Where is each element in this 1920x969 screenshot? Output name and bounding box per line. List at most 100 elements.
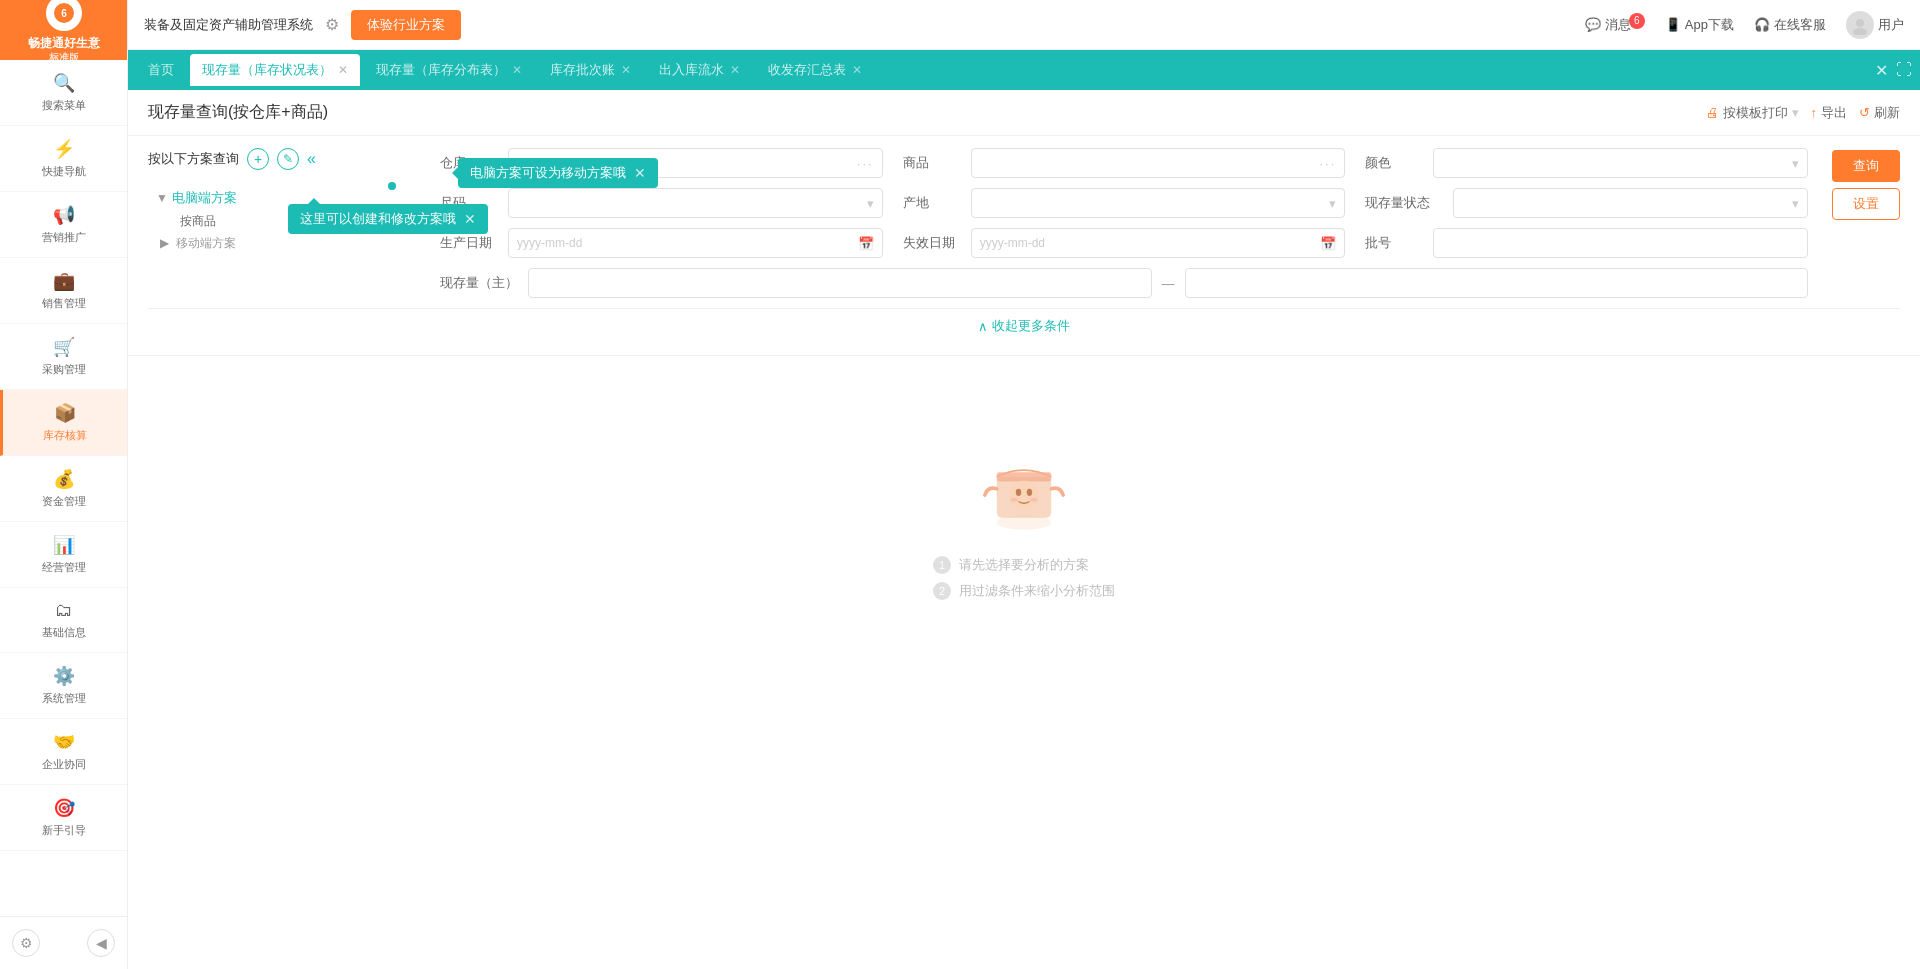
filter-header: 按以下方案查询 + ✎ « (148, 148, 428, 170)
color-arrow: ▾ (1792, 156, 1799, 171)
enterprise-icon: 🤝 (53, 731, 75, 753)
print-button[interactable]: 🖨 按模板打印 ▾ (1706, 104, 1799, 122)
origin-label: 产地 (903, 194, 963, 212)
svg-point-3 (1853, 28, 1867, 35)
tab-stock-status-close[interactable]: ✕ (338, 63, 348, 77)
tab-stock-status[interactable]: 现存量（库存状况表） ✕ (190, 54, 360, 86)
production-date-input[interactable]: yyyy-mm-dd 📅 (508, 228, 883, 258)
tab-stock-dist-label: 现存量（库存分布表） (376, 61, 506, 79)
tab-fullscreen-icon[interactable]: ⛶ (1896, 61, 1912, 79)
sidebar-label-basic: 基础信息 (42, 625, 86, 640)
sidebar-item-enterprise[interactable]: 🤝 企业协同 (0, 719, 127, 785)
batch-no-input[interactable] (1433, 228, 1808, 258)
svg-point-11 (1030, 498, 1037, 502)
svg-point-9 (1027, 489, 1032, 496)
sidebar-item-system[interactable]: ⚙️ 系统管理 (0, 653, 127, 719)
tab-receive-summary[interactable]: 收发存汇总表 ✕ (756, 54, 874, 86)
expiry-date-input[interactable]: yyyy-mm-dd 📅 (971, 228, 1346, 258)
stock-status-select[interactable]: ▾ (1453, 188, 1808, 218)
tab-batch-ledger-close[interactable]: ✕ (621, 63, 631, 77)
online-service-item[interactable]: 🎧 在线客服 (1754, 16, 1826, 34)
export-label: 导出 (1821, 104, 1847, 122)
print-dropdown-icon: ▾ (1792, 105, 1799, 120)
top-header: 装备及固定资产辅助管理系统 ⚙ 体验行业方案 💬 消息 6 📱 App下载 🎧 … (128, 0, 1920, 50)
goods-field: 商品 ··· (903, 148, 1346, 178)
trial-button[interactable]: 体验行业方案 (351, 10, 461, 40)
notification-item[interactable]: 💬 消息 6 (1585, 16, 1645, 34)
sidebar-item-purchase[interactable]: 🛒 采购管理 (0, 324, 127, 390)
pc-scheme-toggle[interactable]: ▼ (156, 191, 168, 205)
tab-close-all-icon[interactable]: ✕ (1875, 61, 1888, 80)
stock-main-max-input[interactable] (1185, 268, 1809, 298)
production-date-label: 生产日期 (440, 234, 500, 252)
settings-button[interactable]: ⚙ (12, 929, 40, 957)
mobile-scheme-label: 移动端方案 (176, 236, 236, 250)
app-download-item[interactable]: 📱 App下载 (1665, 16, 1734, 34)
goods-label: 商品 (903, 154, 963, 172)
color-select[interactable]: ▾ (1433, 148, 1808, 178)
mobile-toggle[interactable]: ▶ (160, 236, 169, 250)
collapse-bar[interactable]: ∧ 收起更多条件 (148, 308, 1900, 343)
sidebar-item-search[interactable]: 🔍 搜索菜单 (0, 60, 127, 126)
svg-point-2 (1856, 19, 1864, 27)
filter-add-button[interactable]: + (247, 148, 269, 170)
sidebar-label-quick-nav: 快捷导航 (42, 164, 86, 179)
page-content: 现存量查询(按仓库+商品) 🖨 按模板打印 ▾ ↑ 导出 ↺ 刷新 (128, 90, 1920, 969)
warehouse-dots: ··· (857, 156, 874, 171)
tab-home[interactable]: 首页 (136, 54, 186, 86)
notification-icon: 💬 (1585, 17, 1601, 32)
refresh-button[interactable]: ↺ 刷新 (1859, 104, 1900, 122)
origin-select[interactable]: ▾ (971, 188, 1346, 218)
sidebar-bottom: ⚙ ◀ (0, 916, 127, 969)
tab-receive-summary-close[interactable]: ✕ (852, 63, 862, 77)
sidebar-item-basic[interactable]: 🗂 基础信息 (0, 588, 127, 653)
user-item[interactable]: 用户 (1846, 11, 1904, 39)
query-actions: 查询 设置 (1832, 150, 1900, 220)
production-date-field: 生产日期 yyyy-mm-dd 📅 (440, 228, 883, 258)
edit-tooltip-close[interactable]: ✕ (464, 211, 476, 227)
sidebar-item-stock[interactable]: 📦 库存核算 (0, 390, 127, 456)
main-content: 装备及固定资产辅助管理系统 ⚙ 体验行业方案 💬 消息 6 📱 App下载 🎧 … (128, 0, 1920, 969)
svg-point-7 (1009, 481, 1038, 510)
size-select[interactable]: ▾ (508, 188, 883, 218)
scheme-tooltip-close[interactable]: ✕ (634, 165, 646, 181)
svg-point-10 (1010, 498, 1017, 502)
reset-button[interactable]: 设置 (1832, 188, 1900, 220)
tab-stock-dist[interactable]: 现存量（库存分布表） ✕ (364, 54, 534, 86)
size-field: 尺码 ▾ (440, 188, 883, 218)
tab-batch-ledger[interactable]: 库存批次账 ✕ (538, 54, 643, 86)
tab-bar-actions: ✕ ⛶ (1875, 61, 1912, 80)
expiry-date-placeholder: yyyy-mm-dd (980, 236, 1045, 250)
tab-inout-flow[interactable]: 出入库流水 ✕ (647, 54, 752, 86)
sidebar-item-finance[interactable]: 💰 资金管理 (0, 456, 127, 522)
sidebar-label-search: 搜索菜单 (42, 98, 86, 113)
sidebar-item-quick-nav[interactable]: ⚡ 快捷导航 (0, 126, 127, 192)
export-button[interactable]: ↑ 导出 (1811, 104, 1848, 122)
avatar (1846, 11, 1874, 39)
sidebar-item-marketing[interactable]: 📢 营销推广 (0, 192, 127, 258)
query-button[interactable]: 查询 (1832, 150, 1900, 182)
tab-stock-dist-close[interactable]: ✕ (512, 63, 522, 77)
page-header-actions: 🖨 按模板打印 ▾ ↑ 导出 ↺ 刷新 (1706, 104, 1901, 122)
filter-arrow-button[interactable]: « (307, 150, 316, 168)
tab-inout-flow-close[interactable]: ✕ (730, 63, 740, 77)
filter-edit-button[interactable]: ✎ (277, 148, 299, 170)
sidebar-item-operation[interactable]: 📊 经营管理 (0, 522, 127, 588)
settings-icon[interactable]: ⚙ (325, 15, 339, 34)
sidebar: 6 畅捷通好生意 标准版 🔍 搜索菜单 ⚡ 快捷导航 📢 营销推广 💼 销售管理… (0, 0, 128, 969)
sidebar-item-sales[interactable]: 💼 销售管理 (0, 258, 127, 324)
stock-status-field: 现存量状态 ▾ (1365, 188, 1808, 218)
filter-row-4: 现存量（主） — (440, 268, 1808, 298)
filter-row-2: 尺码 ▾ 产地 ▾ (440, 188, 1808, 218)
edit-tooltip-text: 这里可以创建和修改方案哦 (300, 210, 456, 228)
collapse-button[interactable]: ◀ (87, 929, 115, 957)
size-arrow: ▾ (867, 196, 874, 211)
origin-field: 产地 ▾ (903, 188, 1346, 218)
export-icon: ↑ (1811, 105, 1818, 120)
goods-input[interactable]: ··· (971, 148, 1346, 178)
sidebar-item-guide[interactable]: 🎯 新手引导 (0, 785, 127, 851)
user-label: 用户 (1878, 16, 1904, 34)
stock-icon: 📦 (54, 402, 76, 424)
tab-stock-status-label: 现存量（库存状况表） (202, 61, 332, 79)
stock-main-min-input[interactable] (528, 268, 1152, 298)
